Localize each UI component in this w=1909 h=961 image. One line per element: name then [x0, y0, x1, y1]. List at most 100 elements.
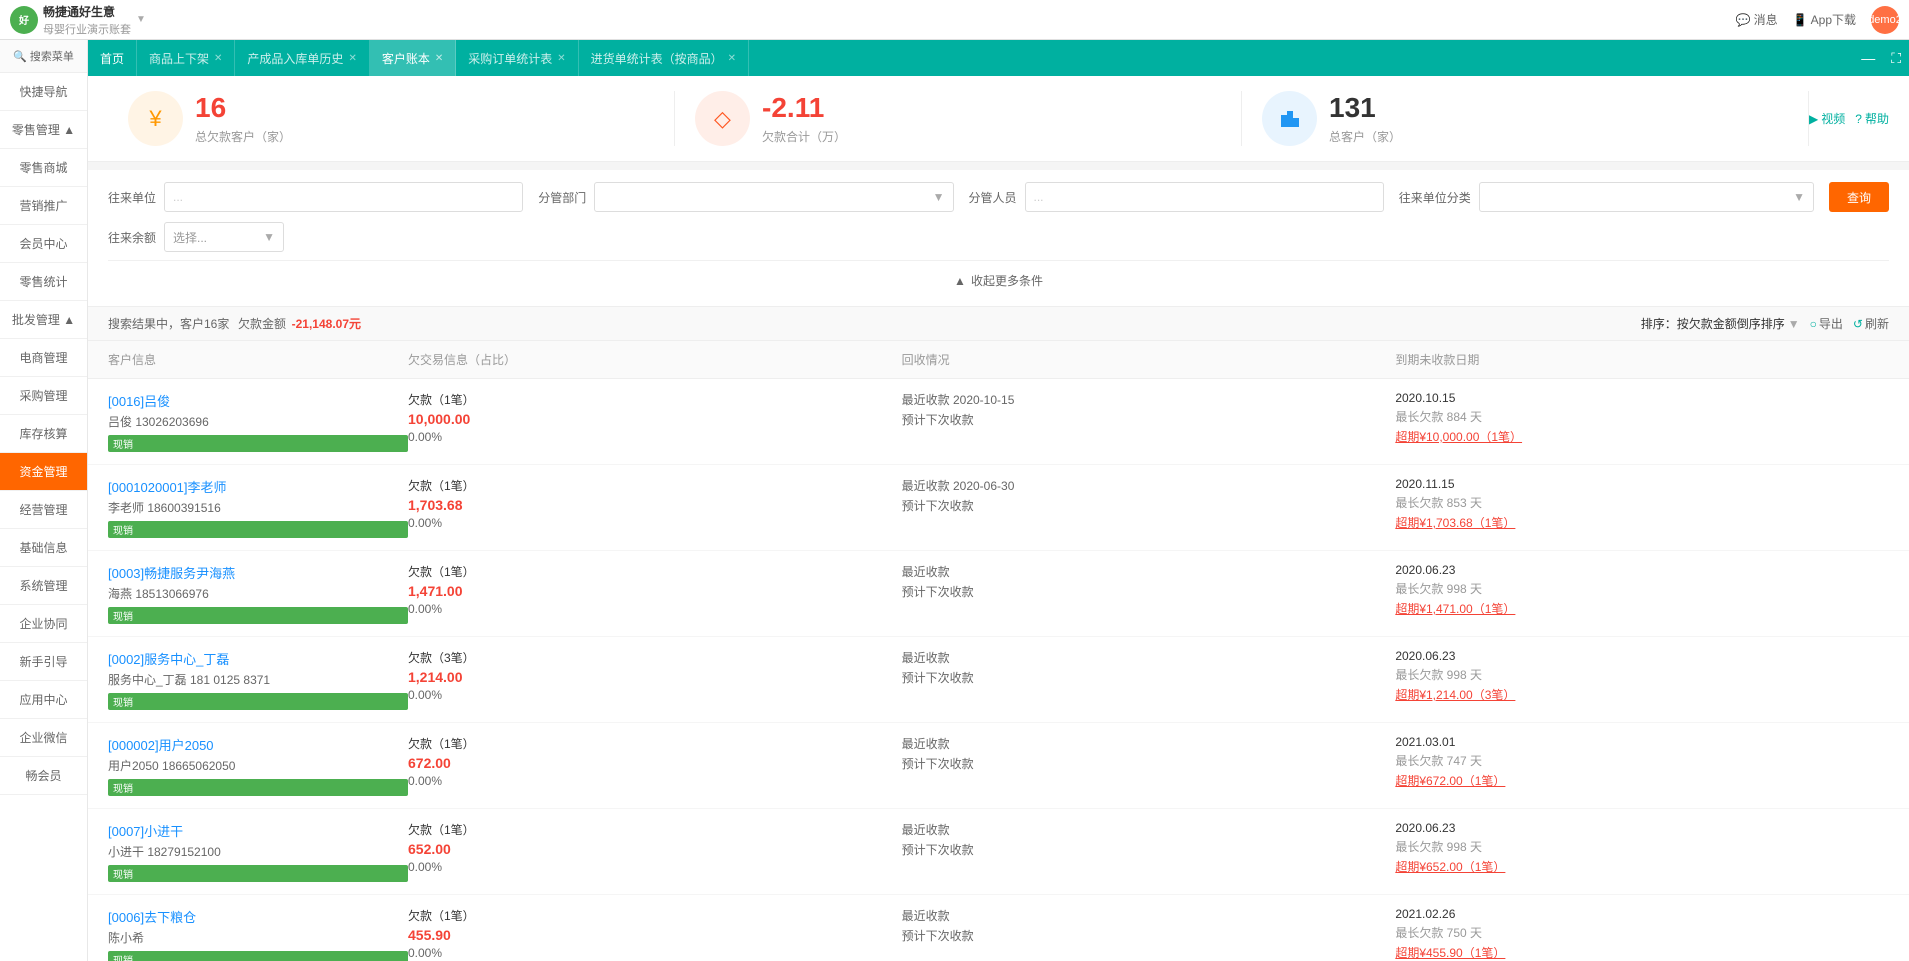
collapse-arrow-icon: ▲ — [954, 274, 966, 288]
debt-info-1: 欠款（1笔） 1,703.68 0.00% — [408, 477, 902, 538]
debt-amount-3: 1,214.00 — [408, 669, 902, 685]
result-text-area: 搜索结果中，客户16家 欠款金额 -21,148.07元 — [108, 315, 361, 332]
close-tab-purchase-stats[interactable]: ✕ — [728, 53, 736, 64]
customer-name-6[interactable]: [0006]去下粮仓 — [108, 907, 408, 926]
customer-name-2[interactable]: [0003]畅捷服务尹海燕 — [108, 563, 408, 582]
search-label: 搜索菜单 — [30, 51, 74, 63]
table-row: [0001020001]李老师 李老师 18600391516 现销 欠款（1笔… — [88, 465, 1909, 551]
sidebar-item-batch-mgmt[interactable]: 批发管理 ▲ — [0, 301, 87, 339]
video-link[interactable]: ▶ 视频 — [1809, 110, 1845, 127]
tab-purchase-order[interactable]: 采购订单统计表 ✕ — [456, 40, 578, 76]
dept-label: 分管部门 — [538, 189, 586, 206]
search-button[interactable]: 查询 — [1829, 182, 1889, 212]
sidebar-item-member[interactable]: 会员中心 — [0, 225, 87, 263]
sidebar-item-changhui[interactable]: 畅会员 — [0, 757, 87, 795]
sidebar-item-app-center[interactable]: 应用中心 — [0, 681, 87, 719]
customer-info-5: [0007]小进干 小进干 18279152100 现销 — [108, 821, 408, 882]
overdue-link-3[interactable]: 超期¥1,214.00（3笔） — [1395, 686, 1889, 703]
sort-selector[interactable]: 排序：按欠款金额倒序排序 ▼ — [1641, 315, 1800, 332]
sidebar-item-ecommerce[interactable]: 电商管理 — [0, 339, 87, 377]
overdue-link-6[interactable]: 超期¥455.90（1笔） — [1395, 944, 1889, 961]
refresh-icon: ↺ — [1853, 317, 1863, 331]
sidebar-item-inventory[interactable]: 库存核算 — [0, 415, 87, 453]
customer-name-5[interactable]: [0007]小进干 — [108, 821, 408, 840]
tab-minimize-btn[interactable]: — — [1853, 40, 1883, 76]
debt-percent-4: 0.00% — [408, 774, 902, 788]
due-days-6: 最长欠款 750 天 — [1395, 924, 1889, 941]
sidebar-item-operations[interactable]: 经营管理 — [0, 491, 87, 529]
customer-name-3[interactable]: [0002]服务中心_丁磊 — [108, 649, 408, 668]
tab-maximize-btn[interactable]: ⛶ — [1883, 40, 1909, 76]
overdue-link-1[interactable]: 超期¥1,703.68（1笔） — [1395, 514, 1889, 531]
customer-name-4[interactable]: [000002]用户2050 — [108, 735, 408, 754]
close-tab-production-history[interactable]: ✕ — [348, 53, 356, 64]
logo-icon: 好 — [10, 6, 38, 34]
tab-production-history[interactable]: 产成品入库单历史 ✕ — [235, 40, 369, 76]
manager-label: 分管人员 — [969, 189, 1017, 206]
next-collection-5: 预计下次收款 — [902, 841, 1396, 858]
sidebar-item-basic-info[interactable]: 基础信息 — [0, 529, 87, 567]
overdue-link-4[interactable]: 超期¥672.00（1笔） — [1395, 772, 1889, 789]
sidebar-item-retail-mgmt[interactable]: 零售管理 ▲ — [0, 111, 87, 149]
store-dropdown-icon[interactable]: ▼ — [136, 14, 146, 25]
due-days-5: 最长欠款 998 天 — [1395, 838, 1889, 855]
sidebar-item-finance[interactable]: 资金管理 — [0, 453, 87, 491]
export-btn[interactable]: ○ 导出 — [1810, 315, 1843, 332]
app-download-btn[interactable]: 📱 App下载 — [1793, 11, 1856, 28]
help-link[interactable]: ? 帮助 — [1855, 110, 1889, 127]
stat-total-info: 131 总客户（家） — [1329, 92, 1401, 145]
customer-name-1[interactable]: [0001020001]李老师 — [108, 477, 408, 496]
stat-debt-label: 总欠款客户（家） — [195, 128, 291, 145]
message-btn[interactable]: 💬 消息 — [1736, 11, 1778, 28]
debt-amount-2: 1,471.00 — [408, 583, 902, 599]
customer-phone-3: 服务中心_丁磊 181 0125 8371 — [108, 671, 408, 688]
sidebar-item-retail-stats[interactable]: 零售统计 — [0, 263, 87, 301]
close-tab-purchase-order[interactable]: ✕ — [557, 53, 565, 64]
sidebar-item-purchase[interactable]: 采购管理 — [0, 377, 87, 415]
main-layout: 🔍 搜索菜单 快捷导航 零售管理 ▲ 零售商城 营销推广 会员中心 零售统计 批… — [0, 40, 1909, 961]
from-unit-label: 往来单位 — [108, 189, 156, 206]
refresh-btn[interactable]: ↺ 刷新 — [1853, 315, 1889, 332]
user-avatar[interactable]: demo2 — [1871, 6, 1899, 34]
debt-percent-6: 0.00% — [408, 946, 902, 960]
recovery-info-4: 最近收款 预计下次收款 — [902, 735, 1396, 796]
sidebar-item-system[interactable]: 系统管理 — [0, 567, 87, 605]
tab-purchase-stats[interactable]: 进货单统计表（按商品） ✕ — [579, 40, 749, 76]
collapse-btn[interactable]: ▲ 收起更多条件 — [949, 267, 1048, 294]
close-tab-product-off[interactable]: ✕ — [214, 53, 222, 64]
top-right-actions: 💬 消息 📱 App下载 demo2 — [1736, 6, 1899, 34]
last-collection-2: 最近收款 — [902, 563, 1396, 580]
tab-home[interactable]: 首页 — [88, 40, 137, 76]
sidebar-item-enterprise[interactable]: 企业协同 — [0, 605, 87, 643]
sidebar-search-area[interactable]: 🔍 搜索菜单 — [0, 40, 87, 73]
stat-links: ▶ 视频 ? 帮助 — [1809, 91, 1889, 146]
sidebar-item-marketing[interactable]: 营销推广 — [0, 187, 87, 225]
sidebar-item-new-guide[interactable]: 新手引导 — [0, 643, 87, 681]
manager-input[interactable]: ... — [1025, 182, 1384, 212]
customer-phone-6: 陈小希 — [108, 929, 408, 946]
unit-category-select[interactable]: ▼ — [1479, 182, 1814, 212]
due-days-4: 最长欠款 747 天 — [1395, 752, 1889, 769]
overdue-link-0[interactable]: 超期¥10,000.00（1笔） — [1395, 428, 1889, 445]
recovery-info-1: 最近收款 2020-06-30 预计下次收款 — [902, 477, 1396, 538]
last-collection-5: 最近收款 — [902, 821, 1396, 838]
overdue-link-5[interactable]: 超期¥652.00（1笔） — [1395, 858, 1889, 875]
next-collection-2: 预计下次收款 — [902, 583, 1396, 600]
debt-count-6: 欠款（1笔） — [408, 907, 902, 924]
sidebar-item-quick-nav[interactable]: 快捷导航 — [0, 73, 87, 111]
stat-amount-label: 欠款合计（万） — [762, 128, 846, 145]
remaining-select[interactable]: 选择... ▼ — [164, 222, 284, 252]
last-collection-4: 最近收款 — [902, 735, 1396, 752]
sidebar-item-enterprise-wechat[interactable]: 企业微信 — [0, 719, 87, 757]
tab-customer-account[interactable]: 客户账本 ✕ — [370, 40, 456, 76]
customer-tag-5: 现销 — [108, 865, 408, 882]
tab-product-off[interactable]: 商品上下架 ✕ — [137, 40, 235, 76]
customer-info-4: [000002]用户2050 用户2050 18665062050 现销 — [108, 735, 408, 796]
from-unit-input[interactable]: ... — [164, 182, 523, 212]
overdue-link-2[interactable]: 超期¥1,471.00（1笔） — [1395, 600, 1889, 617]
customer-name-0[interactable]: [0016]吕俊 — [108, 391, 408, 410]
sidebar-item-retail-shop[interactable]: 零售商城 — [0, 149, 87, 187]
dept-select[interactable]: ▼ — [594, 182, 953, 212]
close-tab-customer-account[interactable]: ✕ — [435, 53, 443, 64]
store-name: 母婴行业演示账套 — [43, 21, 131, 37]
